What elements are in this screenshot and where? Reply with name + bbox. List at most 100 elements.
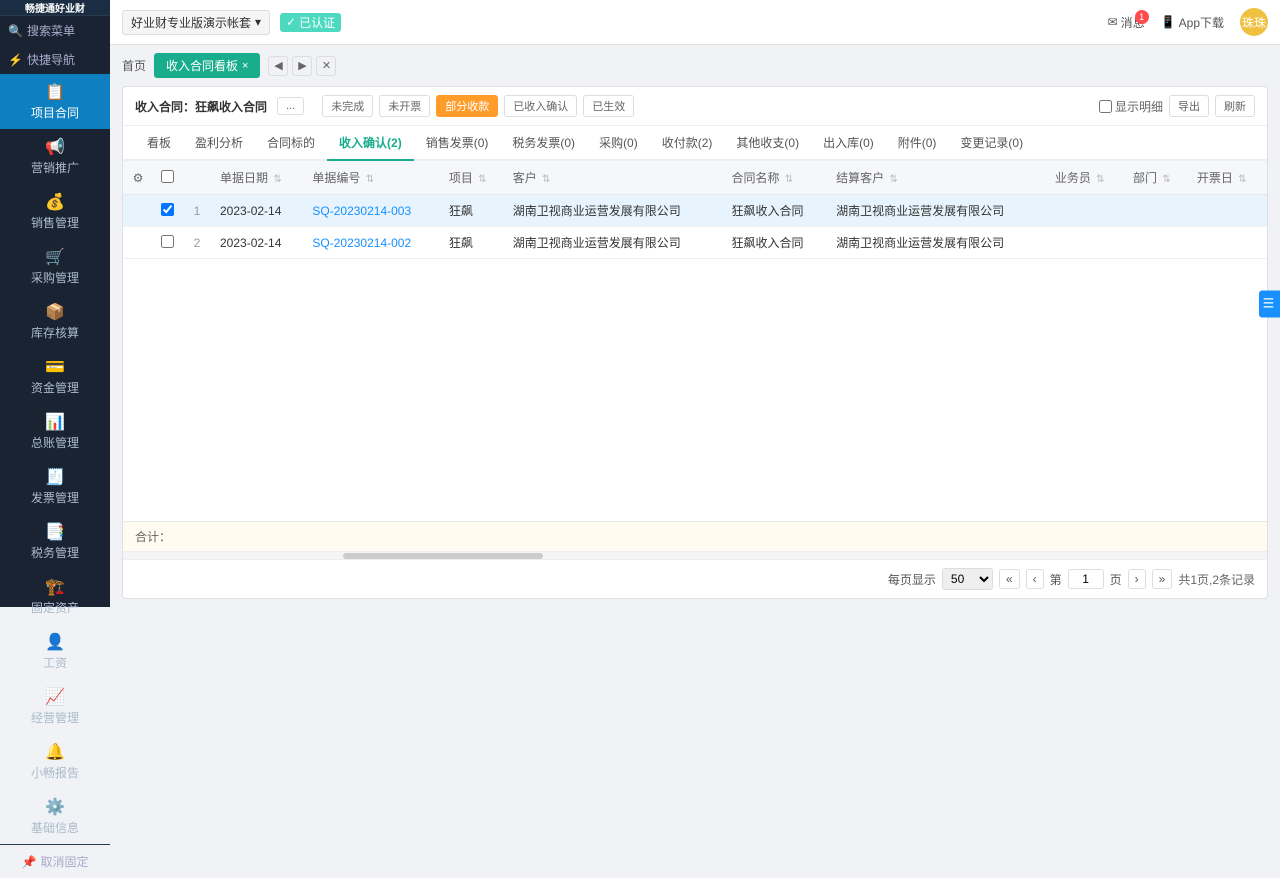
settings-icon[interactable]: ⚙: [133, 171, 144, 185]
last-page-btn[interactable]: »: [1152, 569, 1173, 589]
show-detail-input[interactable]: [1099, 100, 1112, 113]
page-label-post: 页: [1110, 571, 1122, 588]
table-row[interactable]: 1 2023-02-14 SQ-20230214-003 狂飙 湖南卫视商业运营…: [123, 195, 1267, 227]
app-download-button[interactable]: 📱 App下载: [1161, 14, 1224, 31]
sidebar-item-operations[interactable]: 📈经营管理: [0, 679, 110, 734]
salesperson-sort-icon: ⇅: [1096, 174, 1104, 185]
tab-contract_std[interactable]: 合同标的: [255, 126, 327, 161]
tab-income_confirm[interactable]: 收入确认(2): [327, 126, 414, 161]
col-date[interactable]: 单据日期 ⇅: [212, 161, 304, 195]
table-area[interactable]: ⚙ 单据日期 ⇅ 单据编号 ⇅ 项目 ⇅ 客户 ⇅ 合同名称 ⇅ 结算客户 ⇅ …: [123, 161, 1267, 521]
tab-payment[interactable]: 收付款(2): [650, 126, 725, 161]
tab-tax_invoice[interactable]: 税务发票(0): [500, 126, 587, 161]
row-open-date: [1189, 195, 1267, 227]
tab-home[interactable]: 首页: [122, 57, 146, 74]
sidebar-item-purchase[interactable]: 🛒采购管理: [0, 239, 110, 294]
doc-number-link[interactable]: SQ-20230214-003: [312, 204, 411, 218]
tab-active[interactable]: 收入合同看板 ×: [154, 53, 260, 78]
sidebar-label-invoice: 发票管理: [31, 489, 79, 506]
row-checkbox[interactable]: [161, 235, 174, 248]
tab-close-icon[interactable]: ×: [242, 60, 248, 72]
user-avatar-area[interactable]: 珠珠: [1240, 8, 1268, 36]
col-department[interactable]: 部门 ⇅: [1125, 161, 1189, 195]
sidebar-item-project[interactable]: 📋项目合同: [0, 74, 110, 129]
tab-outbound[interactable]: 出入库(0): [811, 126, 886, 161]
table-row[interactable]: 2 2023-02-14 SQ-20230214-002 狂飙 湖南卫视商业运营…: [123, 227, 1267, 259]
status-partial-btn[interactable]: 部分收款: [436, 95, 498, 117]
first-page-btn[interactable]: «: [999, 569, 1020, 589]
sidebar-item-hr[interactable]: 👤工资: [0, 624, 110, 679]
sidebar-icon-project: 📋: [45, 82, 65, 102]
next-page-btn[interactable]: ›: [1128, 569, 1146, 589]
tab-kanban[interactable]: 看板: [135, 126, 183, 161]
col-checkbox[interactable]: [153, 161, 182, 195]
nav-next-btn[interactable]: ▶: [292, 56, 312, 76]
nav-close-btn[interactable]: ✕: [316, 56, 336, 76]
sidebar-item-tax[interactable]: 📑税务管理: [0, 514, 110, 569]
page-input[interactable]: [1068, 569, 1104, 589]
row-doc-number[interactable]: SQ-20230214-002: [304, 227, 440, 259]
sidebar: 畅捷通好业财 🔍 搜索菜单 ⚡ 快捷导航 📋项目合同📢营销推广💰销售管理🛒采购管…: [0, 0, 110, 607]
col-open-date[interactable]: 开票日 ⇅: [1189, 161, 1267, 195]
col-project[interactable]: 项目 ⇅: [441, 161, 505, 195]
row-project: 狂飙: [441, 227, 505, 259]
status-incomplete-btn[interactable]: 未完成: [322, 95, 373, 117]
total-label: 合计：: [135, 528, 171, 545]
tab-bar: 首页 收入合同看板 × ◀ ▶ ✕: [122, 53, 1268, 78]
col-settings[interactable]: ⚙: [123, 161, 153, 195]
sidebar-item-invoice[interactable]: 🧾发票管理: [0, 459, 110, 514]
status-confirmed-btn[interactable]: 已收入确认: [504, 95, 577, 117]
message-icon: ✉: [1108, 15, 1118, 29]
tab-purchase[interactable]: 采购(0): [587, 126, 650, 161]
col-customer[interactable]: 客户 ⇅: [505, 161, 724, 195]
sidebar-item-marketing[interactable]: 📢营销推广: [0, 129, 110, 184]
sidebar-item-accounting[interactable]: 📊总账管理: [0, 404, 110, 459]
company-selector[interactable]: 好业财专业版演示帐套 ▾: [122, 10, 270, 35]
sidebar-item-inventory[interactable]: 📦库存核算: [0, 294, 110, 349]
show-detail-label: 显示明细: [1115, 98, 1163, 115]
export-button[interactable]: 导出: [1169, 95, 1209, 117]
sidebar-icon-operations: 📈: [45, 687, 65, 707]
more-button[interactable]: ...: [277, 97, 304, 115]
status-not-invoiced-btn[interactable]: 未开票: [379, 95, 430, 117]
sidebar-item-assets[interactable]: 🏗️固定资产: [0, 569, 110, 624]
row-checkbox-cell[interactable]: [153, 195, 182, 227]
sidebar-item-basic[interactable]: ⚙️基础信息: [0, 789, 110, 844]
per-page-select[interactable]: 50 20 100: [942, 568, 993, 590]
sidebar-icon-assets: 🏗️: [45, 577, 65, 597]
col-contract-name[interactable]: 合同名称 ⇅: [723, 161, 828, 195]
sidebar-footer-pin[interactable]: 📌 取消固定: [0, 844, 110, 878]
nav-prev-btn[interactable]: ◀: [268, 56, 288, 76]
doc-number-link[interactable]: SQ-20230214-002: [312, 236, 411, 250]
scroll-indicator[interactable]: [123, 551, 1267, 559]
sidebar-item-reports[interactable]: 🔔小畅报告: [0, 734, 110, 789]
sidebar-search[interactable]: 🔍 搜索菜单: [0, 16, 110, 45]
col-settlement-customer[interactable]: 结算客户 ⇅: [828, 161, 1047, 195]
sidebar-item-sales[interactable]: 💰销售管理: [0, 184, 110, 239]
row-doc-number[interactable]: SQ-20230214-003: [304, 195, 440, 227]
sidebar-quick-nav[interactable]: ⚡ 快捷导航: [0, 45, 110, 74]
right-panel-icon[interactable]: ☰: [1259, 290, 1280, 317]
download-icon: 📱: [1161, 15, 1176, 29]
sidebar-label-funds: 资金管理: [31, 379, 79, 396]
refresh-button[interactable]: 刷新: [1215, 95, 1255, 117]
tab-change_log[interactable]: 变更记录(0): [948, 126, 1035, 161]
prev-page-btn[interactable]: ‹: [1026, 569, 1044, 589]
show-detail-checkbox[interactable]: 显示明细: [1099, 98, 1163, 115]
row-checkbox-cell[interactable]: [153, 227, 182, 259]
tab-profit[interactable]: 盈利分析: [183, 126, 255, 161]
sidebar-icon-purchase: 🛒: [45, 247, 65, 267]
tab-other_income[interactable]: 其他收支(0): [724, 126, 811, 161]
select-all-checkbox[interactable]: [161, 170, 174, 183]
col-salesperson[interactable]: 业务员 ⇅: [1047, 161, 1125, 195]
quick-nav-label: 快捷导航: [27, 51, 75, 68]
sidebar-item-funds[interactable]: 💳资金管理: [0, 349, 110, 404]
status-effective-btn[interactable]: 已生效: [583, 95, 634, 117]
col-number[interactable]: 单据编号 ⇅: [304, 161, 440, 195]
row-contract-name: 狂飙收入合同: [723, 227, 828, 259]
scroll-thumb[interactable]: [343, 553, 543, 559]
tab-sales_invoice[interactable]: 销售发票(0): [414, 126, 501, 161]
row-checkbox[interactable]: [161, 203, 174, 216]
tab-attachment[interactable]: 附件(0): [886, 126, 949, 161]
message-button[interactable]: ✉ 消息 1: [1108, 14, 1145, 31]
